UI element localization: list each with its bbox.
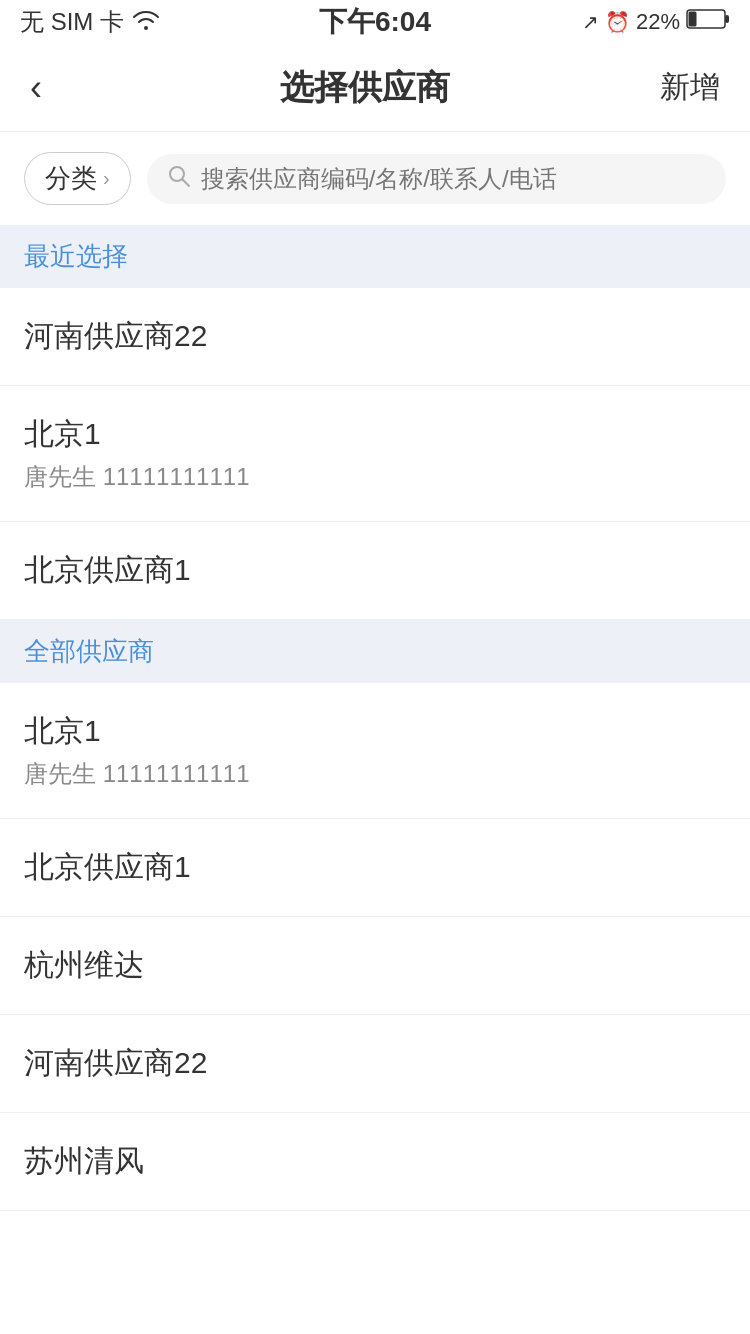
item-name: 北京供应商1 <box>24 847 726 888</box>
item-name: 北京1 <box>24 414 726 455</box>
all-items-list: 北京1 唐先生 11111111111 北京供应商1 杭州维达河南供应商22 苏州清风 <box>0 683 750 1211</box>
battery-icon <box>686 8 730 36</box>
add-button[interactable]: 新增 <box>640 67 720 108</box>
recent-section-header: 最近选择 <box>0 225 750 288</box>
svg-rect-2 <box>725 15 729 23</box>
category-label: 分类 <box>45 161 97 196</box>
status-right: ↗ ⏰ 22% <box>582 8 730 36</box>
all-list-item[interactable]: 河南供应商22 <box>0 1015 750 1113</box>
recent-list-item[interactable]: 河南供应商22 <box>0 288 750 386</box>
all-list-item[interactable]: 苏州清风 <box>0 1113 750 1211</box>
item-sub: 唐先生 11111111111 <box>24 758 726 790</box>
recent-section-label: 最近选择 <box>24 241 128 271</box>
page-title: 选择供应商 <box>280 65 450 111</box>
status-left: 无 SIM 卡 <box>20 6 160 38</box>
nav-bar: ‹ 选择供应商 新增 <box>0 44 750 132</box>
back-button[interactable]: ‹ <box>30 67 90 109</box>
all-section-header: 全部供应商 <box>0 620 750 683</box>
svg-rect-1 <box>689 12 697 27</box>
item-name: 河南供应商22 <box>24 316 726 357</box>
all-list-item[interactable]: 北京供应商1 <box>0 819 750 917</box>
recent-list-item[interactable]: 北京1 唐先生 11111111111 <box>0 386 750 522</box>
location-icon: ↗ <box>582 10 599 34</box>
status-time: 下午6:04 <box>319 3 431 41</box>
search-icon <box>167 164 191 194</box>
search-input[interactable] <box>201 165 706 193</box>
all-list-item[interactable]: 北京1 唐先生 11111111111 <box>0 683 750 819</box>
alarm-icon: ⏰ <box>605 10 630 34</box>
svg-line-4 <box>182 179 189 186</box>
recent-items-list: 河南供应商22 北京1 唐先生 11111111111 北京供应商1 <box>0 288 750 620</box>
all-list-item[interactable]: 杭州维达 <box>0 917 750 1015</box>
category-filter-button[interactable]: 分类 › <box>24 152 131 205</box>
all-section-label: 全部供应商 <box>24 636 154 666</box>
item-name: 北京供应商1 <box>24 550 726 591</box>
item-name: 北京1 <box>24 711 726 752</box>
wifi-icon <box>132 8 160 36</box>
item-name: 杭州维达 <box>24 945 726 986</box>
battery-text: 22% <box>636 9 680 35</box>
carrier-text: 无 SIM 卡 <box>20 6 124 38</box>
search-box <box>147 154 726 204</box>
item-sub: 唐先生 11111111111 <box>24 461 726 493</box>
filter-bar: 分类 › <box>0 132 750 225</box>
item-name: 河南供应商22 <box>24 1043 726 1084</box>
recent-list-item[interactable]: 北京供应商1 <box>0 522 750 620</box>
chevron-right-icon: › <box>103 167 110 190</box>
status-bar: 无 SIM 卡 下午6:04 ↗ ⏰ 22% <box>0 0 750 44</box>
item-name: 苏州清风 <box>24 1141 726 1182</box>
